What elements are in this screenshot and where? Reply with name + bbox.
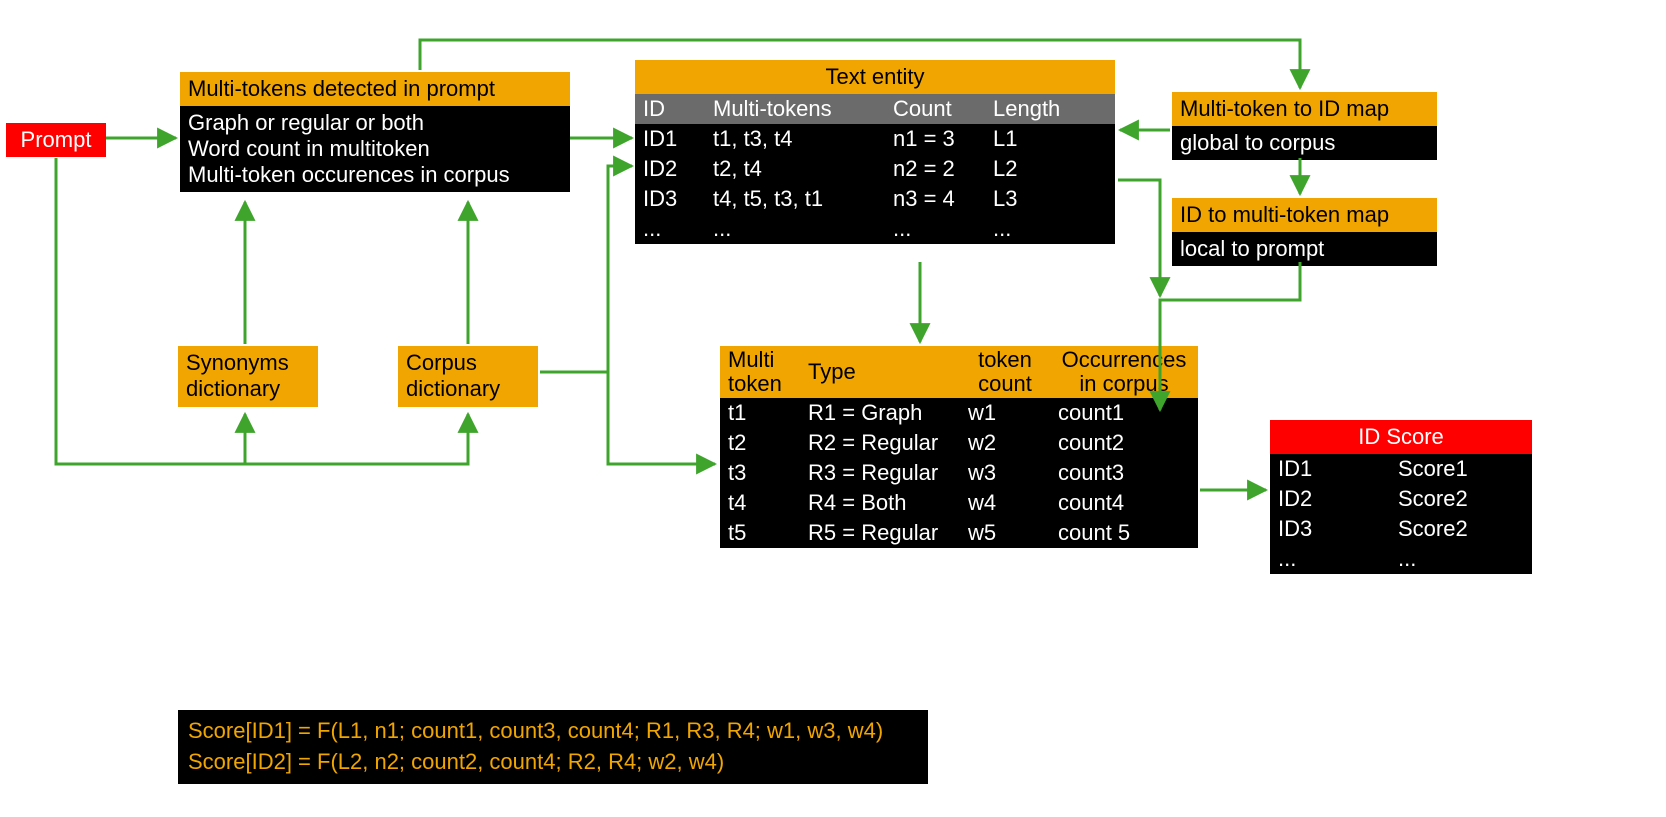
table-row: ... ... <box>1270 544 1532 574</box>
prompt-box: Prompt <box>6 123 106 157</box>
prompt-label: Prompt <box>6 123 106 157</box>
detected-title: Multi-tokens detected in prompt <box>180 72 570 106</box>
synonyms-dict-box: Synonyms dictionary <box>178 346 318 407</box>
detected-row: Word count in multitoken <box>188 136 562 162</box>
detected-box: Multi-tokens detected in prompt Graph or… <box>180 72 570 192</box>
mt-to-id-title: Multi-token to ID map <box>1172 92 1437 126</box>
table-row: ID2 Score2 <box>1270 484 1532 514</box>
table-row: ... ... ... ... <box>635 214 1115 244</box>
formula-1: Score[ID1] = F(L1, n1; count1, count3, c… <box>188 716 918 747</box>
col-id: ID <box>635 94 705 124</box>
col-mtok: Multi-tokens <box>705 94 885 124</box>
col-length: Length <box>985 94 1115 124</box>
table-row: t4 R4 = Both w4 count4 <box>720 488 1198 518</box>
table-row: ID1 t1, t3, t4 n1 = 3 L1 <box>635 124 1115 154</box>
table-row: t3 R3 = Regular w3 count3 <box>720 458 1198 488</box>
table-row: ID2 t2, t4 n2 = 2 L2 <box>635 154 1115 184</box>
col-occ: Occurrences in corpus <box>1050 346 1198 398</box>
id-score-box: ID Score ID1 Score1 ID2 Score2 ID3 Score… <box>1270 420 1532 574</box>
corp-line1: Corpus <box>406 350 530 376</box>
token-table-header: Multi token Type token count Occurrences… <box>720 346 1198 398</box>
col-mtok: Multi token <box>720 346 800 398</box>
formula-2: Score[ID2] = F(L2, n2; count2, count4; R… <box>188 747 918 778</box>
detected-body: Graph or regular or both Word count in m… <box>180 106 570 192</box>
syn-line2: dictionary <box>186 376 310 402</box>
table-row: ID3 Score2 <box>1270 514 1532 544</box>
col-tcnt: token count <box>960 346 1050 398</box>
id-score-body: ID1 Score1 ID2 Score2 ID3 Score2 ... ... <box>1270 454 1532 574</box>
id-to-mt-box: ID to multi-token map local to prompt <box>1172 198 1437 266</box>
syn-line1: Synonyms <box>186 350 310 376</box>
table-row: t2 R2 = Regular w2 count2 <box>720 428 1198 458</box>
col-type: Type <box>800 346 960 398</box>
detected-row: Graph or regular or both <box>188 110 562 136</box>
col-count: Count <box>885 94 985 124</box>
mt-to-id-box: Multi-token to ID map global to corpus <box>1172 92 1437 160</box>
table-row: ID1 Score1 <box>1270 454 1532 484</box>
mt-to-id-body: global to corpus <box>1172 126 1437 160</box>
text-entity-body: ID1 t1, t3, t4 n1 = 3 L1 ID2 t2, t4 n2 =… <box>635 124 1115 244</box>
table-row: t5 R5 = Regular w5 count 5 <box>720 518 1198 548</box>
text-entity-header: ID Multi-tokens Count Length <box>635 94 1115 124</box>
table-row: t1 R1 = Graph w1 count1 <box>720 398 1198 428</box>
text-entity-title: Text entity <box>635 60 1115 94</box>
id-to-mt-title: ID to multi-token map <box>1172 198 1437 232</box>
corp-line2: dictionary <box>406 376 530 402</box>
id-score-title: ID Score <box>1270 420 1532 454</box>
formula-box: Score[ID1] = F(L1, n1; count1, count3, c… <box>178 710 928 784</box>
token-table-body: t1 R1 = Graph w1 count1 t2 R2 = Regular … <box>720 398 1198 548</box>
corpus-dict-box: Corpus dictionary <box>398 346 538 407</box>
table-row: ID3 t4, t5, t3, t1 n3 = 4 L3 <box>635 184 1115 214</box>
detected-row: Multi-token occurences in corpus <box>188 162 562 188</box>
token-table-box: Multi token Type token count Occurrences… <box>720 346 1198 548</box>
id-to-mt-body: local to prompt <box>1172 232 1437 266</box>
text-entity-box: Text entity ID Multi-tokens Count Length… <box>635 60 1115 244</box>
